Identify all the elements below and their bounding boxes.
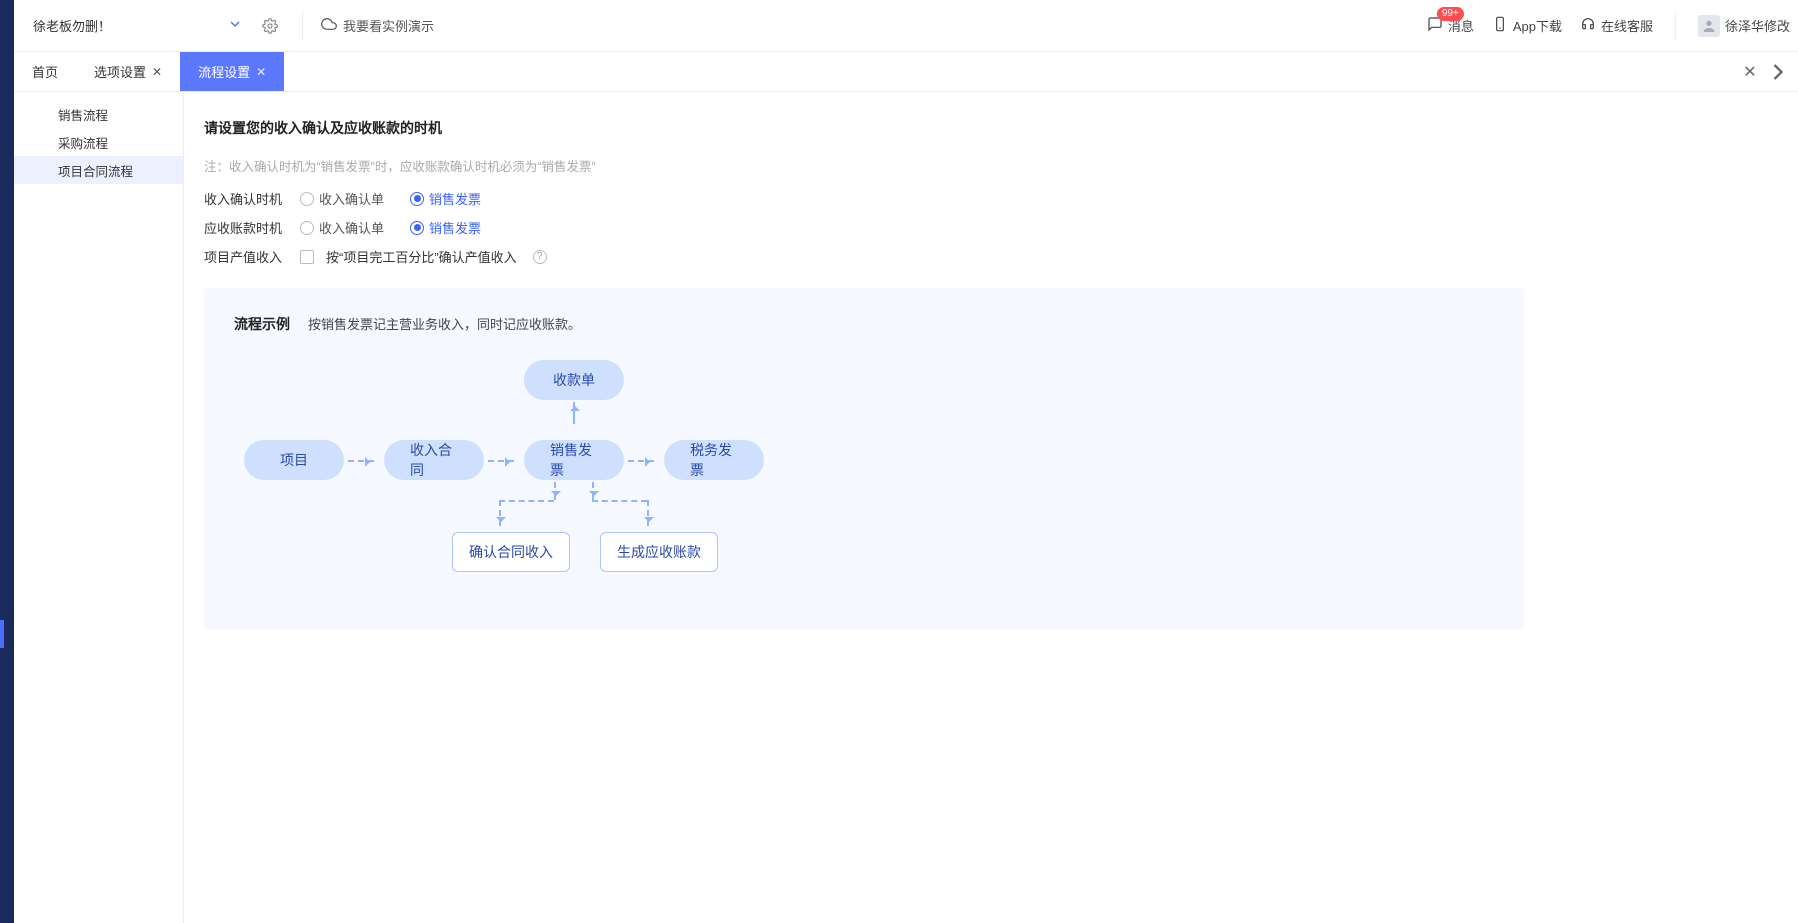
sidebar-item-label: 项目合同流程 (58, 161, 133, 180)
node-project: 项目 (244, 440, 344, 480)
avatar-icon (1698, 15, 1720, 37)
content-panel: 请设置您的收入确认及应收账款的时机 注：收入确认时机为“销售发票”时，应收账款确… (184, 92, 1798, 923)
sidebar-item-purchase[interactable]: 采购流程 (14, 128, 183, 156)
field-label: 项目产值收入 (204, 247, 288, 266)
node-confirm-income: 确认合同收入 (452, 532, 570, 572)
tabs-bar: 首页 选项设置 ✕ 流程设置 ✕ ✕ (14, 52, 1798, 92)
flow-diagram: 收款单 项目 收入合同 销售发票 税务发票 确认合同收入 (234, 360, 1494, 590)
org-selector[interactable]: 徐老板勿删！ (24, 9, 252, 43)
help-icon[interactable]: ? (533, 250, 547, 264)
field-label: 收入确认时机 (204, 189, 288, 208)
sidebar-item-label: 采购流程 (58, 133, 108, 152)
radio-icon (300, 221, 314, 235)
radio-icon (410, 221, 424, 235)
note-text: 注：收入确认时机为“销售发票”时，应收账款确认时机必须为“销售发票” (204, 156, 1798, 175)
close-all-tabs-button[interactable]: ✕ (1736, 58, 1764, 86)
user-menu[interactable]: 徐泽华修改 (1698, 15, 1790, 37)
row-income-confirm: 收入确认时机 收入确认单 销售发票 (204, 189, 1798, 208)
online-service-label: 在线客服 (1601, 16, 1653, 35)
demo-link-label: 我要看实例演示 (343, 16, 434, 35)
radio-label: 收入确认单 (319, 189, 384, 208)
headset-icon (1580, 16, 1596, 35)
node-income-contract: 收入合同 (384, 440, 484, 480)
messages-badge: 99+ (1437, 7, 1464, 21)
node-gen-receivable: 生成应收账款 (600, 532, 718, 572)
radio-icon (300, 192, 314, 206)
demo-link[interactable]: 我要看实例演示 (321, 16, 434, 35)
tab-options[interactable]: 选项设置 ✕ (76, 52, 180, 91)
field-label: 应收账款时机 (204, 218, 288, 237)
radio-icon (410, 192, 424, 206)
node-receipt: 收款单 (524, 360, 624, 400)
app-download-label: App下载 (1513, 16, 1562, 35)
arrow-down-icon (647, 500, 649, 526)
online-service-button[interactable]: 在线客服 (1580, 16, 1653, 35)
checkbox-label: 按“项目完工百分比”确认产值收入 (326, 247, 517, 266)
close-icon[interactable]: ✕ (256, 65, 266, 79)
close-icon[interactable]: ✕ (152, 65, 162, 79)
radio-label: 收入确认单 (319, 218, 384, 237)
app-download-button[interactable]: App下载 (1492, 16, 1562, 35)
more-tabs-button[interactable] (1764, 58, 1792, 86)
sidebar-item-project-contract[interactable]: 项目合同流程 (14, 156, 183, 184)
node-tax-invoice: 税务发票 (664, 440, 764, 480)
radio-income-confirm-order[interactable]: 收入确认单 (300, 189, 384, 208)
messages-button[interactable]: 99+ 消息 (1427, 16, 1474, 35)
connector-line (592, 482, 594, 500)
checkbox-output-income[interactable] (300, 250, 314, 264)
row-project-output: 项目产值收入 按“项目完工百分比”确认产值收入 ? (204, 247, 1798, 266)
tab-options-label: 选项设置 (94, 62, 146, 81)
arrow-right-icon (628, 460, 654, 462)
divider (1675, 12, 1676, 40)
tab-process-label: 流程设置 (198, 62, 250, 81)
node-sales-invoice: 销售发票 (524, 440, 624, 480)
arrow-up-icon (573, 402, 575, 424)
gear-icon[interactable] (256, 12, 284, 40)
tab-home[interactable]: 首页 (14, 52, 76, 91)
connector-line (554, 482, 556, 500)
divider (302, 12, 303, 40)
arrow-down-icon (499, 500, 501, 526)
radio-recv-sales-invoice[interactable]: 销售发票 (410, 218, 481, 237)
top-header: 徐老板勿删！ 我要看实例演示 99+ 消息 App下载 (14, 0, 1798, 52)
tab-home-label: 首页 (32, 62, 58, 81)
process-sidebar: 销售流程 采购流程 项目合同流程 (14, 92, 184, 923)
phone-icon (1492, 16, 1508, 35)
username-label: 徐泽华修改 (1725, 16, 1790, 35)
flow-desc: 按销售发票记主营业务收入，同时记应收账款。 (308, 314, 581, 333)
sidebar-item-sales[interactable]: 销售流程 (14, 100, 183, 128)
tab-process[interactable]: 流程设置 ✕ (180, 52, 284, 91)
connector-line (592, 500, 647, 502)
radio-income-sales-invoice[interactable]: 销售发票 (410, 189, 481, 208)
flow-title: 流程示例 (234, 314, 290, 334)
sidebar-item-label: 销售流程 (58, 105, 108, 124)
chevron-down-icon (227, 16, 243, 35)
arrow-right-icon (348, 460, 374, 462)
page-title: 请设置您的收入确认及应收账款的时机 (204, 118, 1798, 138)
cloud-icon (321, 16, 337, 35)
row-receivable: 应收账款时机 收入确认单 销售发票 (204, 218, 1798, 237)
org-name: 徐老板勿删！ (33, 16, 111, 35)
left-nav-rail (0, 0, 14, 923)
connector-line (499, 500, 554, 502)
radio-label: 销售发票 (429, 218, 481, 237)
radio-label: 销售发票 (429, 189, 481, 208)
arrow-right-icon (488, 460, 514, 462)
radio-recv-confirm-order[interactable]: 收入确认单 (300, 218, 384, 237)
flow-example-panel: 流程示例 按销售发票记主营业务收入，同时记应收账款。 收款单 项目 收入合同 销… (204, 288, 1524, 630)
